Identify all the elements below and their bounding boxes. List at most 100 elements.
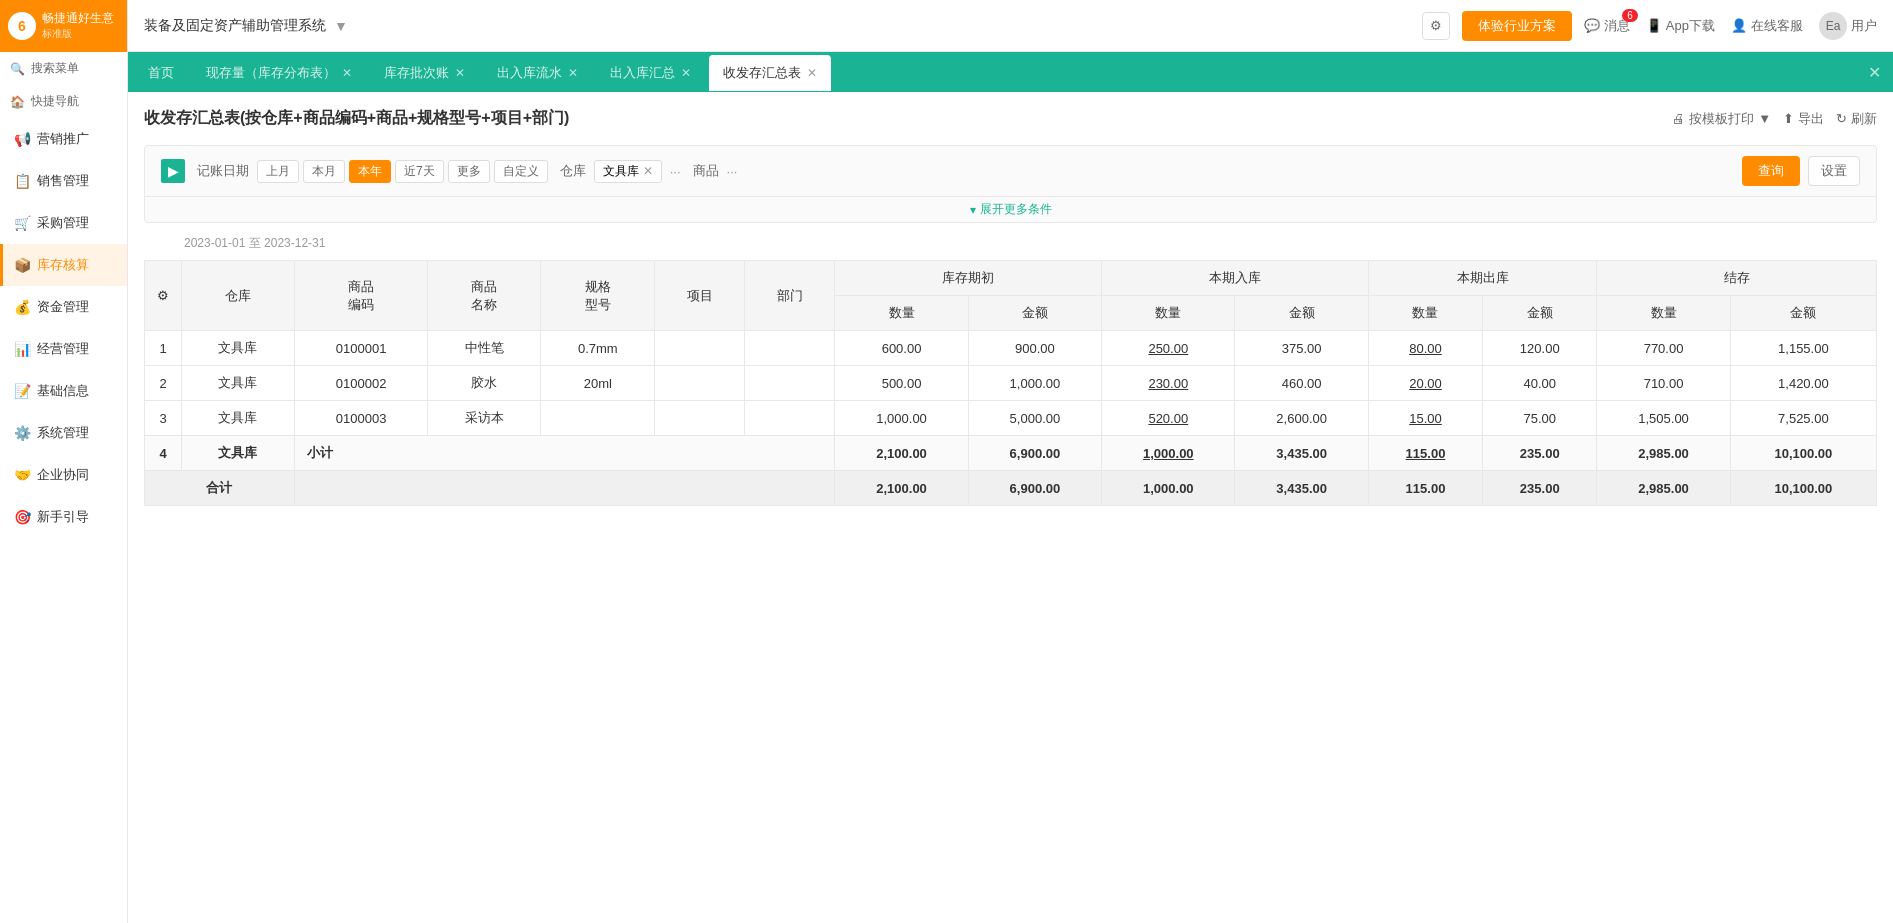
cell-out-qty[interactable]: 20.00: [1368, 366, 1482, 401]
print-icon: 🖨: [1672, 111, 1685, 126]
total-filler: [294, 471, 834, 506]
app-download-btn[interactable]: 📱 App下载: [1646, 17, 1715, 35]
online-service-btn[interactable]: 👤 在线客服: [1731, 17, 1803, 35]
top-header: 装备及固定资产辅助管理系统 ▼ ⚙ 体验行业方案 💬 消息 6 📱 App下载 …: [128, 0, 1893, 52]
filter-warehouse-remove[interactable]: ✕: [643, 164, 653, 178]
query-btn[interactable]: 查询: [1742, 156, 1800, 186]
tab-home[interactable]: 首页: [134, 55, 188, 91]
cell-goods-spec: 0.7mm: [541, 331, 655, 366]
sidebar-item-label-system: 系统管理: [37, 424, 89, 442]
data-table: ⚙ 仓库 商品编码 商品名称 规格型号 项目 部门 库存期初 本期入库 本期出库…: [144, 260, 1877, 506]
filter-date-group: 记账日期 上月 本月 本年 近7天 更多 自定义: [197, 160, 548, 183]
filter-date-this-year[interactable]: 本年: [349, 160, 391, 183]
sidebar-item-basic[interactable]: 📝 基础信息: [0, 370, 127, 412]
tab-inout-summary[interactable]: 出入库汇总✕: [596, 55, 705, 91]
total-out-qty: 115.00: [1368, 471, 1482, 506]
sidebar-item-sales[interactable]: 📋 销售管理: [0, 160, 127, 202]
cell-dept: [745, 331, 835, 366]
filter-expand-row[interactable]: ▾ 展开更多条件: [145, 196, 1876, 222]
tab-bar: 首页现存量（库存分布表）✕库存批次账✕出入库流水✕出入库汇总✕收发存汇总表✕✕: [128, 52, 1893, 92]
th-goods-name: 商品名称: [428, 261, 541, 331]
phone-icon: 📱: [1646, 18, 1662, 33]
cell-in-qty[interactable]: 230.00: [1102, 366, 1235, 401]
app-download-label: App下载: [1666, 17, 1715, 35]
search-icon: 🔍: [10, 62, 25, 76]
cell-goods-code: 0100003: [294, 401, 427, 436]
tab-label-home: 首页: [148, 64, 174, 82]
sidebar-item-search[interactable]: 🔍 搜索菜单: [0, 52, 127, 85]
filter-settings-btn[interactable]: 设置: [1808, 156, 1860, 186]
filter-date-this-month[interactable]: 本月: [303, 160, 345, 183]
sidebar-item-guide[interactable]: 🎯 新手引导: [0, 496, 127, 538]
cell-out-qty[interactable]: 80.00: [1368, 331, 1482, 366]
tab-close-batch-account[interactable]: ✕: [455, 66, 465, 80]
page-content: 收发存汇总表(按仓库+商品编码+商品+规格型号+项目+部门) 🖨 按模板打印 ▼…: [128, 92, 1893, 923]
page-title-row: 收发存汇总表(按仓库+商品编码+商品+规格型号+项目+部门) 🖨 按模板打印 ▼…: [144, 108, 1877, 129]
sidebar-item-marketing[interactable]: 📢 营销推广: [0, 118, 127, 160]
user-avatar-area[interactable]: Ea 用户: [1819, 12, 1877, 40]
cell-goods-name: 采访本: [428, 401, 541, 436]
cell-close-amt: 7,525.00: [1730, 401, 1876, 436]
filter-date-7days[interactable]: 近7天: [395, 160, 444, 183]
tab-close-inout-summary[interactable]: ✕: [681, 66, 691, 80]
dropdown-icon: ▼: [334, 18, 348, 34]
sidebar-item-quicknav[interactable]: 🏠 快捷导航: [0, 85, 127, 118]
cell-close-qty: 770.00: [1597, 331, 1730, 366]
sidebar-logo: 6 畅捷通好生意 标准版: [0, 0, 127, 52]
sidebar-item-operations[interactable]: 📊 经营管理: [0, 328, 127, 370]
settings-button[interactable]: ⚙: [1422, 12, 1450, 40]
total-in-qty: 1,000.00: [1102, 471, 1235, 506]
sidebar-item-purchase[interactable]: 🛒 采购管理: [0, 202, 127, 244]
tab-inventory-dist[interactable]: 现存量（库存分布表） ✕: [192, 55, 366, 91]
filter-warehouse-more[interactable]: ···: [670, 164, 681, 179]
tab-close-inout-flow[interactable]: ✕: [568, 66, 578, 80]
tab-close-recv-send-summary[interactable]: ✕: [807, 66, 817, 80]
print-btn[interactable]: 🖨 按模板打印 ▼: [1672, 110, 1771, 128]
sidebar-item-inventory[interactable]: 📦 库存核算: [0, 244, 127, 286]
tab-batch-account[interactable]: 库存批次账✕: [370, 55, 479, 91]
sidebar-item-enterprise[interactable]: 🤝 企业协同: [0, 454, 127, 496]
messages-btn[interactable]: 💬 消息 6: [1584, 17, 1630, 35]
cell-in-qty[interactable]: 520.00: [1102, 401, 1235, 436]
cell-in-amt: 375.00: [1235, 331, 1368, 366]
experience-btn[interactable]: 体验行业方案: [1462, 11, 1572, 41]
th-opening: 库存期初: [835, 261, 1102, 296]
subtotal-close-qty: 2,985.00: [1597, 436, 1730, 471]
cell-out-qty[interactable]: 15.00: [1368, 401, 1482, 436]
filter-container: ▶ 记账日期 上月 本月 本年 近7天 更多 自定义 仓库: [144, 145, 1877, 223]
page-title-actions: 🖨 按模板打印 ▼ ⬆ 导出 ↻ 刷新: [1672, 110, 1877, 128]
th-settings[interactable]: ⚙: [145, 261, 182, 331]
filter-date-prev-month[interactable]: 上月: [257, 160, 299, 183]
table-row: 1 文具库 0100001 中性笔 0.7mm 600.00 900.00 25…: [145, 331, 1877, 366]
cell-project: [655, 366, 745, 401]
cell-close-amt: 1,155.00: [1730, 331, 1876, 366]
tab-label-inventory-dist: 现存量（库存分布表）: [206, 64, 336, 82]
refresh-btn[interactable]: ↻ 刷新: [1836, 110, 1877, 128]
cell-close-amt: 1,420.00: [1730, 366, 1876, 401]
filter-date-custom[interactable]: 自定义: [494, 160, 548, 183]
total-close-qty: 2,985.00: [1597, 471, 1730, 506]
filter-expand-toggle[interactable]: ▶: [161, 159, 185, 183]
cell-project: [655, 401, 745, 436]
filter-goods-label: 商品: [693, 162, 719, 180]
tab-recv-send-summary[interactable]: 收发存汇总表✕: [709, 55, 831, 91]
tab-close-inventory-dist[interactable]: ✕: [342, 66, 352, 80]
filter-goods-more[interactable]: ···: [727, 164, 738, 179]
sidebar-item-system[interactable]: ⚙️ 系统管理: [0, 412, 127, 454]
sidebar-item-finance[interactable]: 💰 资金管理: [0, 286, 127, 328]
filter-warehouse-value: 文具库: [603, 163, 639, 180]
subtotal-seq: 4: [145, 436, 182, 471]
th-close-qty: 数量: [1597, 296, 1730, 331]
sidebar-search-label: 搜索菜单: [31, 60, 79, 77]
filter-expand-label: 展开更多条件: [980, 201, 1052, 218]
tab-inout-flow[interactable]: 出入库流水✕: [483, 55, 592, 91]
tab-bar-close[interactable]: ✕: [1860, 63, 1889, 82]
filter-date-buttons: 上月 本月 本年 近7天 更多 自定义: [257, 160, 548, 183]
th-closing: 结存: [1597, 261, 1877, 296]
filter-warehouse-tag[interactable]: 文具库 ✕: [594, 160, 662, 183]
cell-in-qty[interactable]: 250.00: [1102, 331, 1235, 366]
table-container: ⚙ 仓库 商品编码 商品名称 规格型号 项目 部门 库存期初 本期入库 本期出库…: [144, 260, 1877, 506]
export-btn[interactable]: ⬆ 导出: [1783, 110, 1824, 128]
total-close-amt: 10,100.00: [1730, 471, 1876, 506]
filter-date-more[interactable]: 更多: [448, 160, 490, 183]
